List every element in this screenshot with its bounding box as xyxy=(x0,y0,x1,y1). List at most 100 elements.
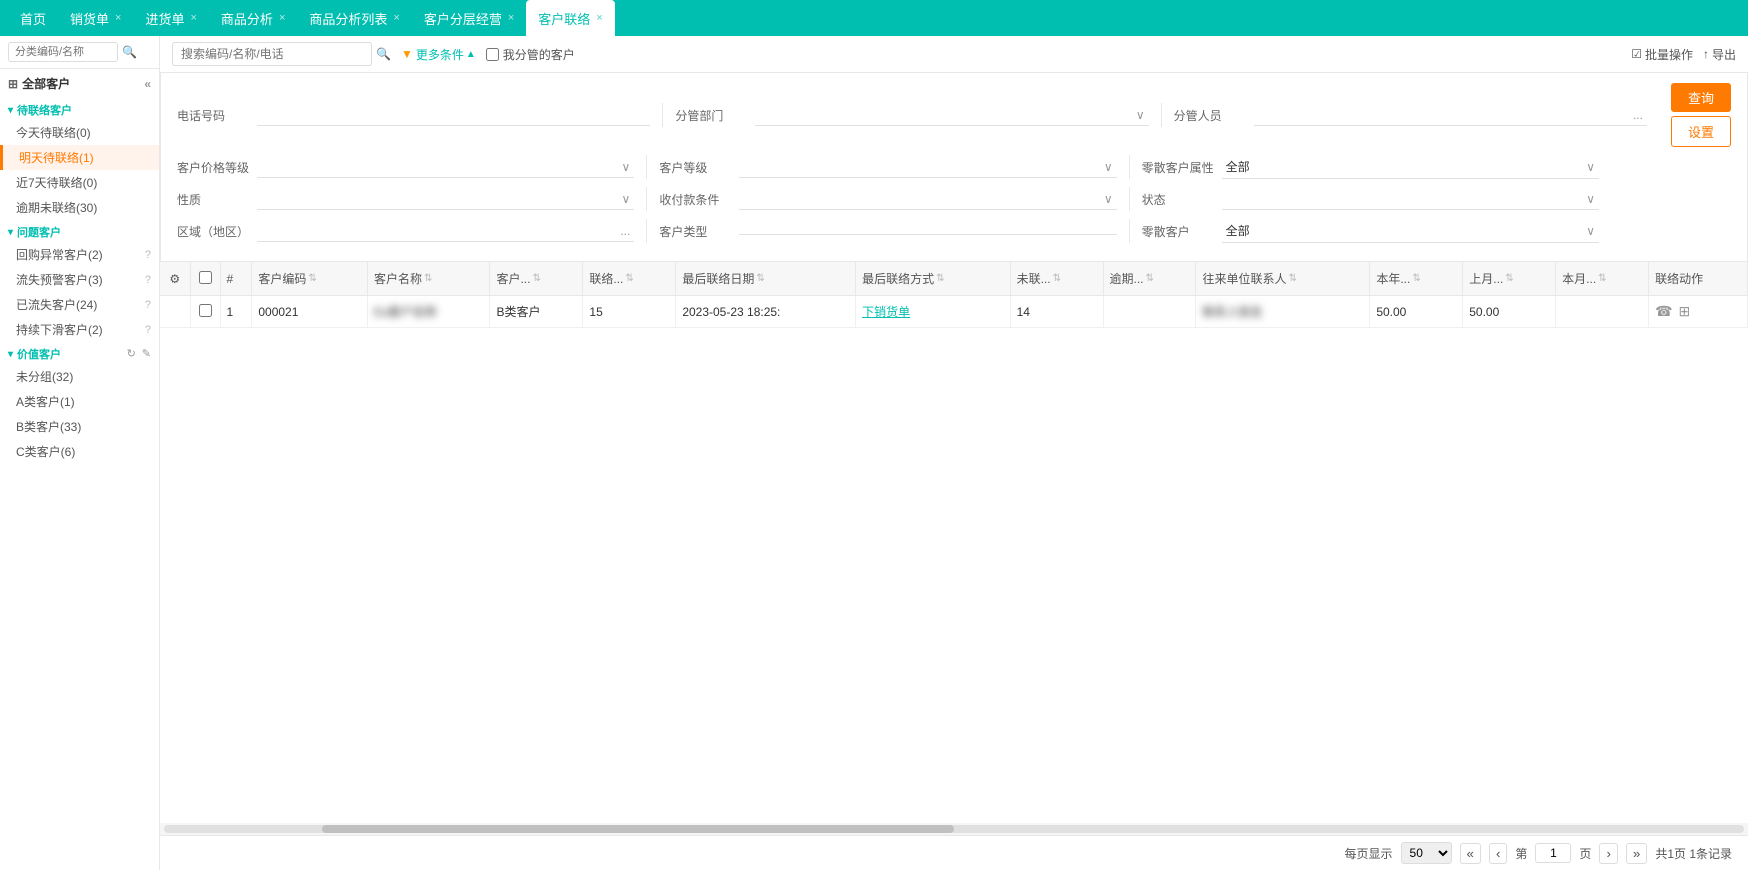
sort-icon: ⇅ xyxy=(1505,273,1513,284)
customer-type-select[interactable] xyxy=(739,228,1116,235)
sidebar-item-declining[interactable]: 持续下滑客户(2) ? xyxy=(0,317,159,342)
nav-home[interactable]: 首页 xyxy=(8,0,58,36)
table-header-row: ⚙ # 客户编码 ⇅ 客户名称 xyxy=(160,262,1748,296)
col-not-contacted[interactable]: 未联... ⇅ xyxy=(1010,262,1103,296)
sidebar-item-repurchase-abnormal[interactable]: 回购异常客户(2) ? xyxy=(0,242,159,267)
batch-operation-button[interactable]: ☑ 批量操作 xyxy=(1631,46,1693,63)
sidebar-all-customers[interactable]: ⊞ 全部客户 « xyxy=(0,69,159,98)
chevron-down-icon: ∨ xyxy=(1104,160,1113,174)
close-icon[interactable]: × xyxy=(596,12,602,24)
grid-icon: ⊞ xyxy=(8,77,18,91)
col-unit-contact[interactable]: 往来单位联系人 ⇅ xyxy=(1196,262,1370,296)
col-this-month[interactable]: 本月... ⇅ xyxy=(1556,262,1649,296)
payment-select[interactable]: ∨ xyxy=(739,189,1116,210)
close-icon[interactable]: × xyxy=(508,12,514,24)
edit-icon[interactable]: ✎ xyxy=(142,347,151,360)
dept-select[interactable]: ∨ xyxy=(755,105,1148,126)
col-customer-type[interactable]: 客户... ⇅ xyxy=(490,262,583,296)
scrollbar-thumb[interactable] xyxy=(322,825,954,833)
next-page-button[interactable]: › xyxy=(1599,843,1617,864)
more-conditions-button[interactable]: ▼ 更多条件 ▲ xyxy=(401,46,476,63)
col-customer-name[interactable]: 客户名称 ⇅ xyxy=(367,262,490,296)
horizontal-scrollbar[interactable] xyxy=(160,823,1748,835)
nav-product-analysis[interactable]: 商品分析 × xyxy=(209,0,297,36)
select-all-checkbox[interactable] xyxy=(199,271,212,284)
phone-input[interactable] xyxy=(257,105,650,126)
close-icon[interactable]: × xyxy=(190,12,196,24)
retail-attr-select[interactable]: 全部 ∨ xyxy=(1222,155,1599,179)
chevron-down-icon: ∨ xyxy=(1586,224,1595,238)
close-icon[interactable]: × xyxy=(279,12,285,24)
scrollbar-track[interactable] xyxy=(164,825,1744,833)
qr-action-icon[interactable]: ⊞ xyxy=(1679,303,1691,320)
col-last-contact-method[interactable]: 最后联络方式 ⇅ xyxy=(856,262,1010,296)
search-input[interactable] xyxy=(172,42,372,66)
sidebar-search-icon[interactable]: 🔍 xyxy=(122,45,137,59)
data-table-container: ⚙ # 客户编码 ⇅ 客户名称 xyxy=(160,262,1748,823)
per-page-label: 每页显示 xyxy=(1345,845,1393,862)
my-customers-checkbox[interactable] xyxy=(486,48,499,61)
per-page-select[interactable]: 50 100 200 xyxy=(1401,842,1452,864)
customer-grade-select[interactable]: ∨ xyxy=(739,157,1116,178)
price-grade-select[interactable]: ∨ xyxy=(257,157,634,178)
first-page-button[interactable]: « xyxy=(1460,843,1481,864)
col-last-contact-date[interactable]: 最后联络日期 ⇅ xyxy=(676,262,856,296)
payment-field: 收付款条件 ∨ xyxy=(659,189,1116,210)
sidebar-item-today-pending[interactable]: 今天待联络(0) xyxy=(0,120,159,145)
close-icon[interactable]: × xyxy=(393,12,399,24)
value-group-label: 价值客户 xyxy=(0,342,127,364)
close-icon[interactable]: × xyxy=(115,12,121,24)
nav-purchase-order[interactable]: 进货单 × xyxy=(133,0,208,36)
sidebar-item-b-class[interactable]: B类客户(33) xyxy=(0,414,159,439)
export-button[interactable]: ↑ 导出 xyxy=(1703,46,1736,63)
query-button[interactable]: 查询 xyxy=(1671,83,1731,112)
sidebar-item-churned[interactable]: 已流失客户(24) ? xyxy=(0,292,159,317)
col-overdue[interactable]: 逾期... ⇅ xyxy=(1103,262,1196,296)
sidebar-search-input[interactable] xyxy=(8,42,118,62)
sidebar-item-7days-pending[interactable]: 近7天待联络(0) xyxy=(0,170,159,195)
cell-customer-name: Ea客户名称 xyxy=(367,296,490,328)
cell-settings xyxy=(160,296,190,328)
cell-checkbox xyxy=(190,296,220,328)
divider xyxy=(1129,155,1130,179)
cell-not-contacted: 14 xyxy=(1010,296,1103,328)
status-select[interactable]: ∨ xyxy=(1222,189,1599,210)
nature-select[interactable]: ∨ xyxy=(257,189,634,210)
col-last-month[interactable]: 上月... ⇅ xyxy=(1463,262,1556,296)
retail-customer-select[interactable]: 全部 ∨ xyxy=(1222,219,1599,243)
sort-icon: ⇅ xyxy=(1412,273,1420,284)
nav-customer-contact[interactable]: 客户联络 × xyxy=(526,0,614,36)
sort-icon: ⇅ xyxy=(1288,273,1296,284)
page-input[interactable] xyxy=(1535,843,1571,863)
last-page-button[interactable]: » xyxy=(1626,843,1647,864)
customer-type-field: 客户类型 xyxy=(659,223,1116,240)
filter-row-2: 客户价格等级 ∨ 客户等级 ∨ 零散客户属性 全部 xyxy=(177,155,1731,179)
refresh-icon[interactable]: ↻ xyxy=(127,347,136,360)
sidebar-item-churn-warning[interactable]: 流失预警客户(3) ? xyxy=(0,267,159,292)
sidebar-item-overdue-pending[interactable]: 逾期未联络(30) xyxy=(0,195,159,220)
last-contact-method-link[interactable]: 下销货单 xyxy=(862,305,910,319)
prev-page-button[interactable]: ‹ xyxy=(1489,843,1507,864)
sidebar-item-a-class[interactable]: A类客户(1) xyxy=(0,389,159,414)
col-contact-num[interactable]: 联络... ⇅ xyxy=(583,262,676,296)
person-select[interactable]: ... xyxy=(1254,105,1647,126)
area-select[interactable]: ... xyxy=(257,221,634,242)
nav-sales-order[interactable]: 销货单 × xyxy=(58,0,133,36)
sidebar-item-c-class[interactable]: C类客户(6) xyxy=(0,439,159,464)
col-customer-code[interactable]: 客户编码 ⇅ xyxy=(252,262,368,296)
nav-customer-segmentation[interactable]: 客户分层经营 × xyxy=(412,0,526,36)
row-checkbox[interactable] xyxy=(199,304,212,317)
sidebar-item-tomorrow-pending[interactable]: 明天待联络(1) xyxy=(0,145,159,170)
cell-unit-contact: 联系人姓名 xyxy=(1196,296,1370,328)
col-this-year[interactable]: 本年... ⇅ xyxy=(1370,262,1463,296)
filter-icon: ▼ xyxy=(401,47,413,61)
phone-action-icon[interactable]: ☎ xyxy=(1655,303,1672,320)
sidebar-item-ungrouped[interactable]: 未分组(32) xyxy=(0,364,159,389)
col-settings[interactable]: ⚙ xyxy=(160,262,190,296)
set-button[interactable]: 设置 xyxy=(1671,116,1731,147)
nav-product-analysis-list[interactable]: 商品分析列表 × xyxy=(297,0,411,36)
collapse-icon: « xyxy=(144,77,151,91)
search-button[interactable]: 🔍 xyxy=(376,47,391,61)
help-icon: ? xyxy=(145,324,151,336)
chevron-down-icon: ∨ xyxy=(1586,160,1595,174)
